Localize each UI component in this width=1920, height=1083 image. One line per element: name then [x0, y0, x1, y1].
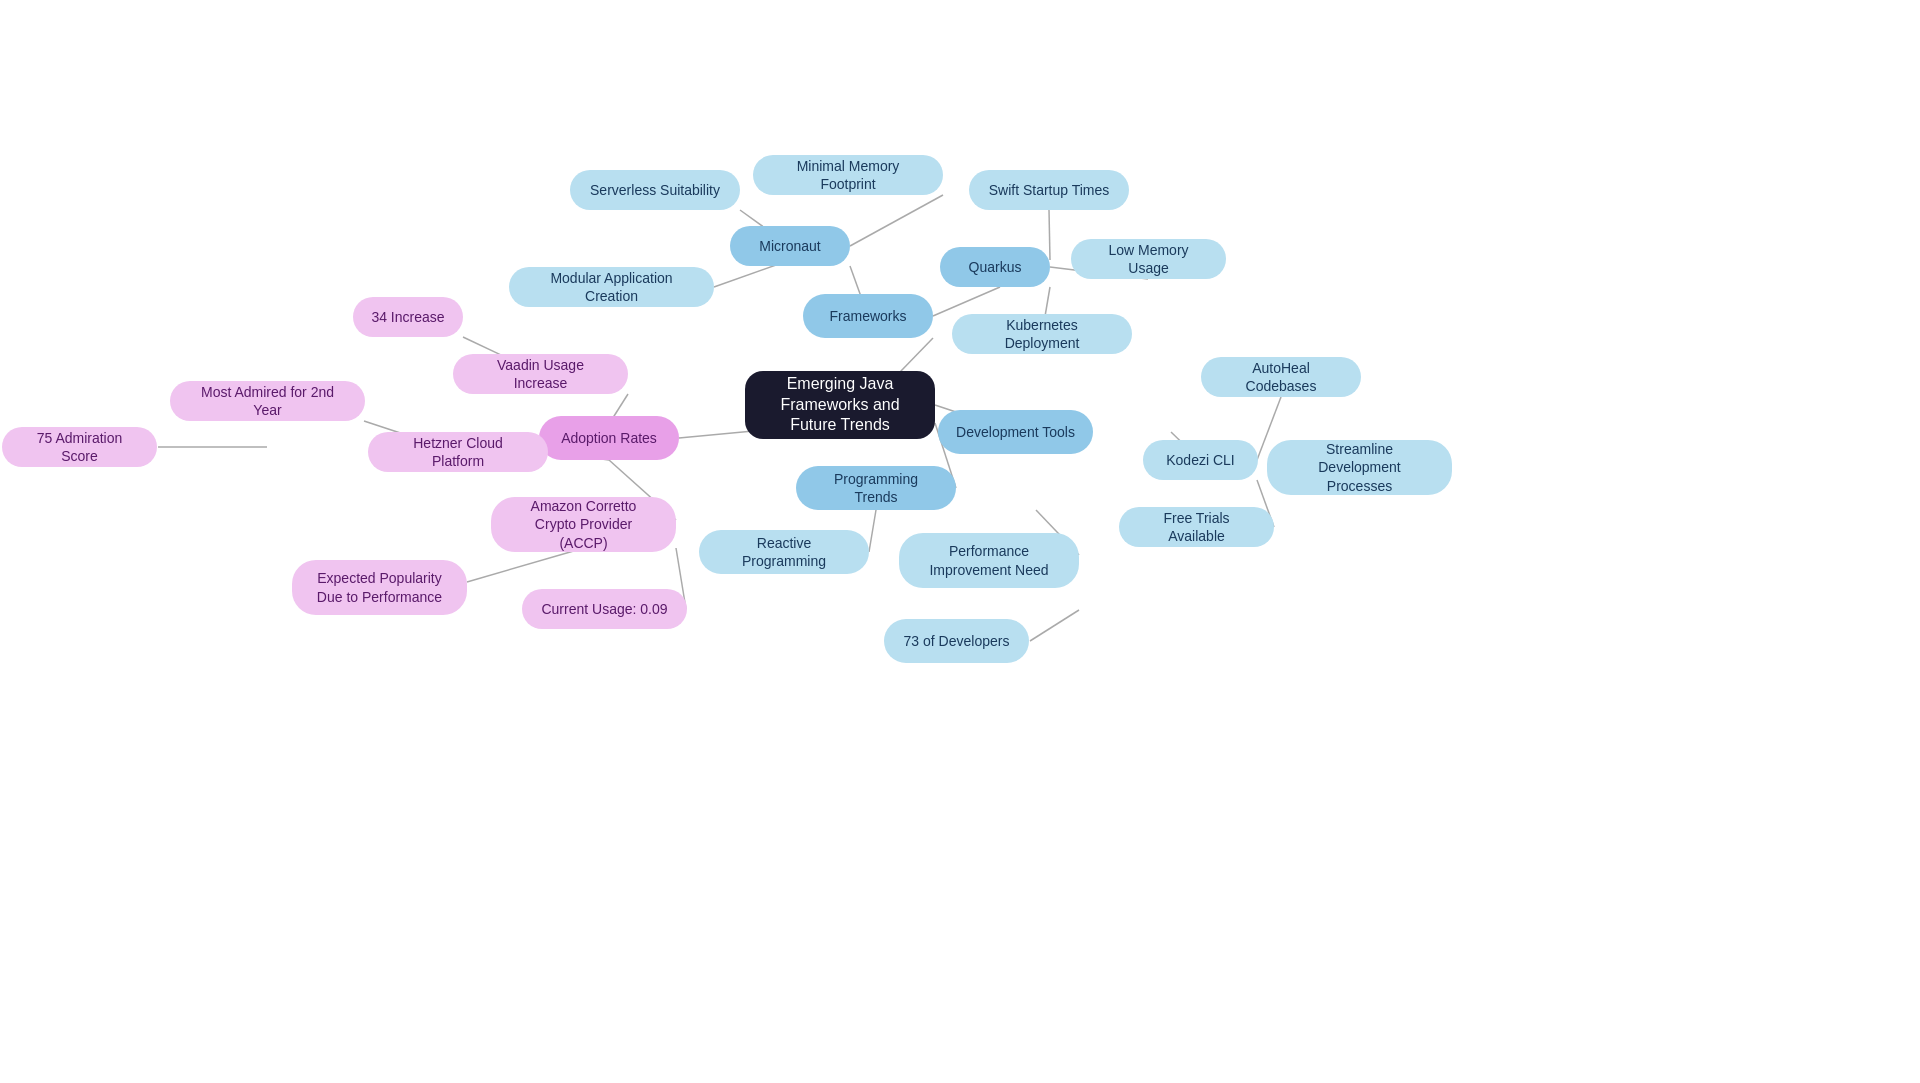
- serverless-suitability-node: Serverless Suitability: [570, 170, 740, 210]
- current-usage-node: Current Usage: 0.09: [522, 589, 687, 629]
- vaadin-usage-increase-node: Vaadin Usage Increase: [453, 354, 628, 394]
- 34-increase-node: 34 Increase: [353, 297, 463, 337]
- amazon-corretto-node: Amazon Corretto Crypto Provider (ACCP): [491, 497, 676, 552]
- svg-line-2: [933, 287, 1000, 316]
- kubernetes-deployment-node: Kubernetes Deployment: [952, 314, 1132, 354]
- swift-startup-times-node: Swift Startup Times: [969, 170, 1129, 210]
- development-tools-node: Development Tools: [938, 410, 1093, 454]
- programming-trends-node: Programming Trends: [796, 466, 956, 510]
- admiration-score-node: 75 Admiration Score: [2, 427, 157, 467]
- minimal-memory-footprint-node: Minimal Memory Footprint: [753, 155, 943, 195]
- center-node: Emerging Java Frameworks and Future Tren…: [745, 371, 935, 439]
- free-trials-node: Free Trials Available: [1119, 507, 1274, 547]
- svg-line-5: [850, 195, 943, 246]
- micronaut-node: Micronaut: [730, 226, 850, 266]
- svg-line-21: [1030, 610, 1079, 641]
- reactive-programming-node: Reactive Programming: [699, 530, 869, 574]
- low-memory-usage-node: Low Memory Usage: [1071, 239, 1226, 279]
- autoheal-codebases-node: AutoHeal Codebases: [1201, 357, 1361, 397]
- most-admired-node: Most Admired for 2nd Year: [170, 381, 365, 421]
- frameworks-node: Frameworks: [803, 294, 933, 338]
- modular-app-creation-node: Modular Application Creation: [509, 267, 714, 307]
- svg-line-17: [467, 548, 584, 582]
- performance-improvement-node: Performance Improvement Need: [899, 533, 1079, 588]
- kodezi-cli-node: Kodezi CLI: [1143, 440, 1258, 480]
- streamline-development-node: Streamline Development Processes: [1267, 440, 1452, 495]
- svg-line-6: [1049, 210, 1050, 260]
- adoption-rates-node: Adoption Rates: [539, 416, 679, 460]
- 73-developers-node: 73 of Developers: [884, 619, 1029, 663]
- hetzner-cloud-platform-node: Hetzner Cloud Platform: [368, 432, 548, 472]
- expected-popularity-node: Expected Popularity Due to Performance: [292, 560, 467, 615]
- quarkus-node: Quarkus: [940, 247, 1050, 287]
- svg-line-19: [869, 510, 876, 552]
